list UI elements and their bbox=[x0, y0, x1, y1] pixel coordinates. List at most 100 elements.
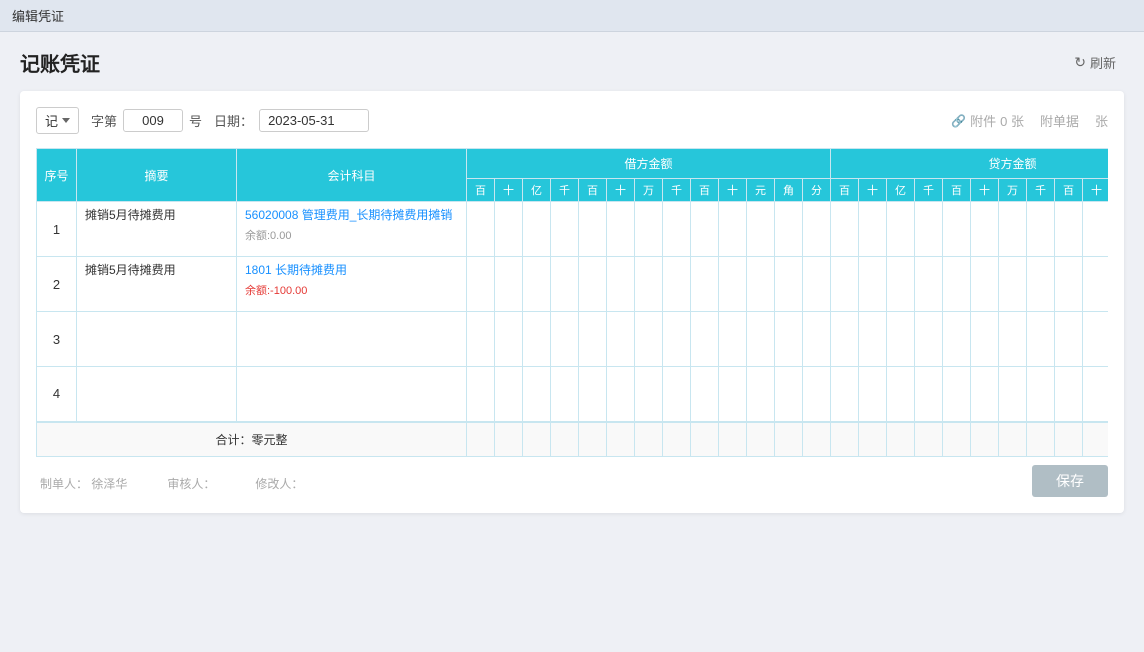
row-0-credit-7[interactable] bbox=[1027, 202, 1055, 257]
voucher-number-input[interactable] bbox=[123, 109, 183, 132]
row-1-credit-4[interactable] bbox=[943, 257, 971, 312]
row-2-debit-8[interactable] bbox=[691, 312, 719, 367]
voucher-type-button[interactable]: 记 bbox=[36, 107, 79, 134]
row-1-debit-12[interactable] bbox=[803, 257, 831, 312]
row-0-credit-2[interactable] bbox=[887, 202, 915, 257]
row-2-account[interactable] bbox=[237, 312, 467, 367]
row-3-credit-5[interactable] bbox=[971, 367, 999, 422]
row-2-debit-0[interactable] bbox=[467, 312, 495, 367]
row-3-debit-2[interactable] bbox=[523, 367, 551, 422]
row-0-debit-11[interactable] bbox=[775, 202, 803, 257]
row-1-credit-9[interactable] bbox=[1083, 257, 1109, 312]
row-0-debit-7[interactable] bbox=[663, 202, 691, 257]
row-2-credit-2[interactable] bbox=[887, 312, 915, 367]
row-3-credit-9[interactable] bbox=[1083, 367, 1109, 422]
row-2-debit-1[interactable] bbox=[495, 312, 523, 367]
row-0-debit-3[interactable] bbox=[551, 202, 579, 257]
row-1-debit-0[interactable] bbox=[467, 257, 495, 312]
row-1-credit-3[interactable] bbox=[915, 257, 943, 312]
row-1-debit-6[interactable] bbox=[635, 257, 663, 312]
row-1-credit-8[interactable] bbox=[1055, 257, 1083, 312]
row-0-debit-2[interactable] bbox=[523, 202, 551, 257]
row-0-credit-1[interactable] bbox=[859, 202, 887, 257]
row-3-debit-11[interactable] bbox=[775, 367, 803, 422]
row-2-credit-6[interactable] bbox=[999, 312, 1027, 367]
row-2-seq[interactable]: 3 bbox=[37, 312, 77, 367]
row-0-debit-5[interactable] bbox=[607, 202, 635, 257]
row-2-credit-8[interactable] bbox=[1055, 312, 1083, 367]
row-1-seq[interactable]: 2 bbox=[37, 257, 77, 312]
row-2-debit-2[interactable] bbox=[523, 312, 551, 367]
refresh-button[interactable]: ↻ 刷新 bbox=[1066, 49, 1124, 76]
fudanjv-link[interactable]: 附单据 bbox=[1040, 111, 1079, 130]
row-1-debit-3[interactable] bbox=[551, 257, 579, 312]
row-2-credit-3[interactable] bbox=[915, 312, 943, 367]
row-1-credit-5[interactable] bbox=[971, 257, 999, 312]
row-1-debit-10[interactable] bbox=[747, 257, 775, 312]
row-0-debit-6[interactable] bbox=[635, 202, 663, 257]
row-3-account[interactable] bbox=[237, 367, 467, 422]
row-0-credit-3[interactable] bbox=[915, 202, 943, 257]
row-2-summary[interactable] bbox=[77, 312, 237, 367]
row-1-debit-7[interactable] bbox=[663, 257, 691, 312]
row-2-debit-4[interactable] bbox=[579, 312, 607, 367]
row-1-debit-5[interactable] bbox=[607, 257, 635, 312]
row-0-credit-9[interactable] bbox=[1083, 202, 1109, 257]
row-0-debit-4[interactable] bbox=[579, 202, 607, 257]
row-3-debit-5[interactable] bbox=[607, 367, 635, 422]
row-2-credit-7[interactable] bbox=[1027, 312, 1055, 367]
row-0-debit-8[interactable] bbox=[691, 202, 719, 257]
row-1-debit-9[interactable] bbox=[719, 257, 747, 312]
row-2-credit-5[interactable] bbox=[971, 312, 999, 367]
row-3-credit-6[interactable] bbox=[999, 367, 1027, 422]
row-1-credit-0[interactable] bbox=[831, 257, 859, 312]
row-1-credit-1[interactable] bbox=[859, 257, 887, 312]
row-3-credit-4[interactable] bbox=[943, 367, 971, 422]
row-3-debit-9[interactable] bbox=[719, 367, 747, 422]
row-2-credit-1[interactable] bbox=[859, 312, 887, 367]
save-button[interactable]: 保存 bbox=[1032, 465, 1108, 497]
row-0-summary[interactable]: 摊销5月待摊费用 bbox=[77, 202, 237, 257]
row-1-account[interactable]: 1801 长期待摊费用余额:-100.00 bbox=[237, 257, 467, 312]
row-2-debit-5[interactable] bbox=[607, 312, 635, 367]
row-1-credit-2[interactable] bbox=[887, 257, 915, 312]
row-0-credit-8[interactable] bbox=[1055, 202, 1083, 257]
row-2-debit-11[interactable] bbox=[775, 312, 803, 367]
row-3-credit-8[interactable] bbox=[1055, 367, 1083, 422]
row-1-debit-1[interactable] bbox=[495, 257, 523, 312]
row-1-debit-2[interactable] bbox=[523, 257, 551, 312]
row-1-credit-7[interactable] bbox=[1027, 257, 1055, 312]
row-3-credit-7[interactable] bbox=[1027, 367, 1055, 422]
row-0-debit-9[interactable] bbox=[719, 202, 747, 257]
row-3-summary[interactable] bbox=[77, 367, 237, 422]
row-3-debit-4[interactable] bbox=[579, 367, 607, 422]
row-3-debit-12[interactable] bbox=[803, 367, 831, 422]
row-3-debit-3[interactable] bbox=[551, 367, 579, 422]
row-3-debit-10[interactable] bbox=[747, 367, 775, 422]
row-2-debit-7[interactable] bbox=[663, 312, 691, 367]
attachment-link[interactable]: 🔗 附件 0 张 bbox=[951, 111, 1024, 130]
row-2-debit-3[interactable] bbox=[551, 312, 579, 367]
date-input[interactable] bbox=[259, 109, 369, 132]
row-3-debit-6[interactable] bbox=[635, 367, 663, 422]
row-1-summary[interactable]: 摊销5月待摊费用 bbox=[77, 257, 237, 312]
row-3-credit-0[interactable] bbox=[831, 367, 859, 422]
row-0-seq[interactable]: 1 bbox=[37, 202, 77, 257]
row-3-debit-0[interactable] bbox=[467, 367, 495, 422]
row-1-debit-11[interactable] bbox=[775, 257, 803, 312]
row-0-debit-0[interactable] bbox=[467, 202, 495, 257]
row-0-credit-4[interactable] bbox=[943, 202, 971, 257]
row-1-debit-8[interactable] bbox=[691, 257, 719, 312]
row-2-debit-10[interactable] bbox=[747, 312, 775, 367]
row-2-credit-4[interactable] bbox=[943, 312, 971, 367]
row-1-debit-4[interactable] bbox=[579, 257, 607, 312]
row-2-credit-0[interactable] bbox=[831, 312, 859, 367]
row-3-credit-1[interactable] bbox=[859, 367, 887, 422]
row-3-debit-8[interactable] bbox=[691, 367, 719, 422]
row-3-debit-1[interactable] bbox=[495, 367, 523, 422]
row-0-debit-1[interactable] bbox=[495, 202, 523, 257]
row-2-debit-12[interactable] bbox=[803, 312, 831, 367]
row-0-credit-5[interactable] bbox=[971, 202, 999, 257]
row-3-credit-3[interactable] bbox=[915, 367, 943, 422]
row-2-debit-6[interactable] bbox=[635, 312, 663, 367]
